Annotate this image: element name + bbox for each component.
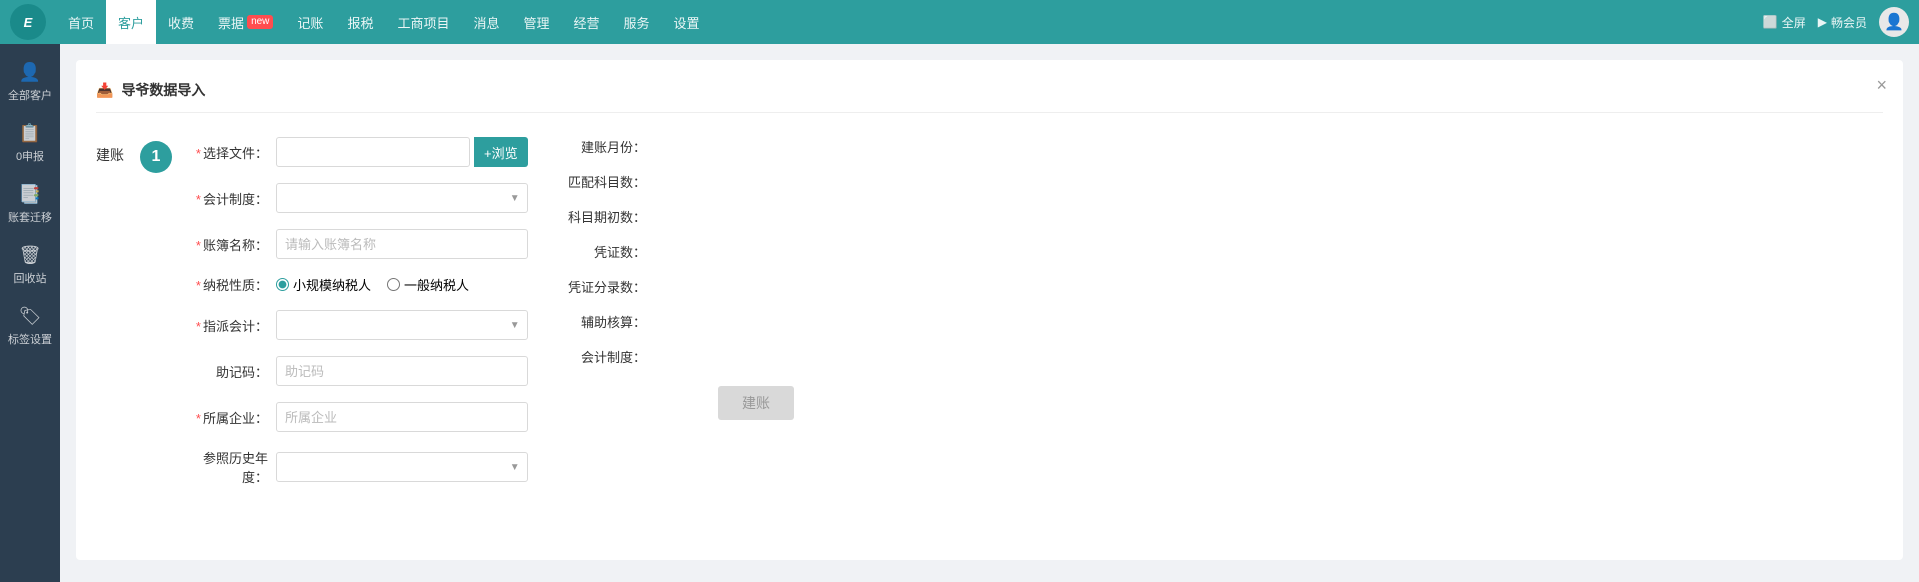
file-label: 选择文件： xyxy=(188,143,268,162)
tax-type-label: 纳税性质： xyxy=(188,275,268,294)
tax-small-scale[interactable]: 小规模纳税人 xyxy=(276,275,371,294)
accountant-label: 指派会计： xyxy=(188,316,268,335)
tax-small-scale-label: 小规模纳税人 xyxy=(293,275,371,294)
recycle-icon: 🗑 xyxy=(19,245,42,266)
main-content: 📥 导爷数据导入 × 建账 1 选择文件： xyxy=(60,44,1919,582)
ledger-name-input[interactable] xyxy=(276,229,528,259)
accountant-row: 指派会计： ▼ xyxy=(188,310,528,340)
member-button[interactable]: ▶ 畅会员 xyxy=(1818,14,1867,31)
tax-general-label: 一般纳税人 xyxy=(404,275,469,294)
top-navigation: E 首页 客户 收费 票据 new 记账 报税 工商项目 消息 管理 经营 服务… xyxy=(0,0,1919,44)
mnemonic-label: 助记码： xyxy=(188,362,268,381)
fullscreen-button[interactable]: ⬜ 全屏 xyxy=(1763,14,1806,31)
accounting-system-select-wrapper: ▼ xyxy=(276,183,528,213)
nav-item-bookkeeping[interactable]: 记账 xyxy=(285,0,335,44)
voucher-entries-row: 凭证分录数： xyxy=(556,277,956,296)
sidebar-item-tags[interactable]: 🏷 标签设置 xyxy=(0,298,60,355)
accounting-system-select[interactable] xyxy=(276,183,528,213)
new-badge: new xyxy=(247,15,273,29)
build-month-row: 建账月份： xyxy=(556,137,956,156)
user-avatar[interactable]: 👤 xyxy=(1879,7,1909,37)
sidebar: 👤 全部客户 📋 0申报 📑 账套迁移 🗑 回收站 🏷 标签设置 xyxy=(0,44,60,582)
company-row: 所属企业： xyxy=(188,402,528,432)
declaration-icon: 📋 xyxy=(19,123,41,144)
tax-general-radio[interactable] xyxy=(387,278,400,291)
nav-item-settings[interactable]: 设置 xyxy=(662,0,712,44)
file-row: 选择文件： +浏览 xyxy=(188,137,528,167)
nav-item-business[interactable]: 工商项目 xyxy=(385,0,461,44)
form-layout: 建账 1 选择文件： +浏览 xyxy=(96,137,1883,522)
match-subjects-label: 匹配科目数： xyxy=(556,172,646,191)
tax-small-scale-radio[interactable] xyxy=(276,278,289,291)
tax-type-row: 纳税性质： 小规模纳税人 一般纳税人 xyxy=(188,275,528,294)
reference-year-select-wrapper: ▼ xyxy=(276,452,528,482)
panel-header: 📥 导爷数据导入 xyxy=(96,80,1883,113)
accounting-system-label: 会计制度： xyxy=(188,189,268,208)
reference-year-label: 参照历史年度： xyxy=(188,448,268,486)
nav-item-manage[interactable]: 管理 xyxy=(511,0,561,44)
migration-icon: 📑 xyxy=(19,184,41,205)
voucher-count-label: 凭证数： xyxy=(556,242,646,261)
nav-item-fees[interactable]: 收费 xyxy=(156,0,206,44)
all-clients-icon: 👤 xyxy=(19,62,41,83)
member-icon: ▶ xyxy=(1818,15,1827,29)
panel-title: 导爷数据导入 xyxy=(121,80,205,100)
file-input[interactable] xyxy=(276,137,470,167)
company-input[interactable] xyxy=(276,402,528,432)
app-logo[interactable]: E xyxy=(10,4,46,40)
company-label: 所属企业： xyxy=(188,408,268,427)
ledger-name-row: 账簿名称： xyxy=(188,229,528,259)
accountant-select-wrapper: ▼ xyxy=(276,310,528,340)
logo-text: E xyxy=(24,15,33,30)
match-subjects-row: 匹配科目数： xyxy=(556,172,956,191)
ledger-name-label: 账簿名称： xyxy=(188,235,268,254)
build-month-label: 建账月份： xyxy=(556,137,646,156)
reference-year-row: 参照历史年度： ▼ xyxy=(188,448,528,486)
voucher-count-row: 凭证数： xyxy=(556,242,956,261)
auxiliary-accounting-label: 辅助核算： xyxy=(556,312,646,331)
sidebar-item-migration[interactable]: 📑 账套迁移 xyxy=(0,176,60,233)
tax-type-radio-group: 小规模纳税人 一般纳税人 xyxy=(276,275,528,294)
form-left-section: 建账 1 选择文件： +浏览 xyxy=(96,137,516,522)
nav-item-clients[interactable]: 客户 xyxy=(106,0,156,44)
import-panel: 📥 导爷数据导入 × 建账 1 选择文件： xyxy=(76,60,1903,560)
close-button[interactable]: × xyxy=(1876,76,1887,94)
file-input-group: +浏览 xyxy=(276,137,528,167)
accountant-select[interactable] xyxy=(276,310,528,340)
main-layout: 👤 全部客户 📋 0申报 📑 账套迁移 🗑 回收站 🏷 标签设置 📥 导爷数据导… xyxy=(0,44,1919,582)
mnemonic-row: 助记码： xyxy=(188,356,528,386)
fullscreen-icon: ⬜ xyxy=(1763,15,1778,29)
accounting-system-row: 会计制度： ▼ xyxy=(188,183,528,213)
right-accounting-system-label: 会计制度： xyxy=(556,347,646,366)
tags-icon: 🏷 xyxy=(19,306,42,327)
tax-general[interactable]: 一般纳税人 xyxy=(387,275,469,294)
nav-item-operations[interactable]: 经营 xyxy=(562,0,612,44)
right-accounting-system-row: 会计制度： xyxy=(556,347,956,366)
step-section: 建账 1 选择文件： +浏览 xyxy=(96,137,516,502)
sidebar-item-declaration[interactable]: 📋 0申报 xyxy=(0,115,60,172)
step-label: 建账 xyxy=(96,137,124,165)
subject-opening-row: 科目期初数： xyxy=(556,207,956,226)
build-account-button[interactable]: 建账 xyxy=(718,386,794,420)
nav-item-services[interactable]: 服务 xyxy=(612,0,662,44)
nav-item-messages[interactable]: 消息 xyxy=(461,0,511,44)
form-right-section: 建账月份： 匹配科目数： 科目期初数： 凭证数： xyxy=(556,137,956,522)
reference-year-select[interactable] xyxy=(276,452,528,482)
auxiliary-accounting-row: 辅助核算： xyxy=(556,312,956,331)
voucher-entries-label: 凭证分录数： xyxy=(556,277,646,296)
build-button-wrapper: 建账 xyxy=(556,386,956,420)
nav-item-home[interactable]: 首页 xyxy=(56,0,106,44)
browse-button[interactable]: +浏览 xyxy=(474,137,528,167)
nav-right-area: ⬜ 全屏 ▶ 畅会员 👤 xyxy=(1763,7,1909,37)
mnemonic-input[interactable] xyxy=(276,356,528,386)
subject-opening-label: 科目期初数： xyxy=(556,207,646,226)
sidebar-item-all-clients[interactable]: 👤 全部客户 xyxy=(0,54,60,111)
step-badge: 1 xyxy=(140,141,172,173)
form-fields: 选择文件： +浏览 会计制度： xyxy=(188,137,528,502)
nav-item-invoices[interactable]: 票据 new xyxy=(206,0,285,44)
nav-item-tax[interactable]: 报税 xyxy=(335,0,385,44)
import-icon: 📥 xyxy=(96,82,113,99)
sidebar-item-recycle[interactable]: 🗑 回收站 xyxy=(0,237,60,294)
